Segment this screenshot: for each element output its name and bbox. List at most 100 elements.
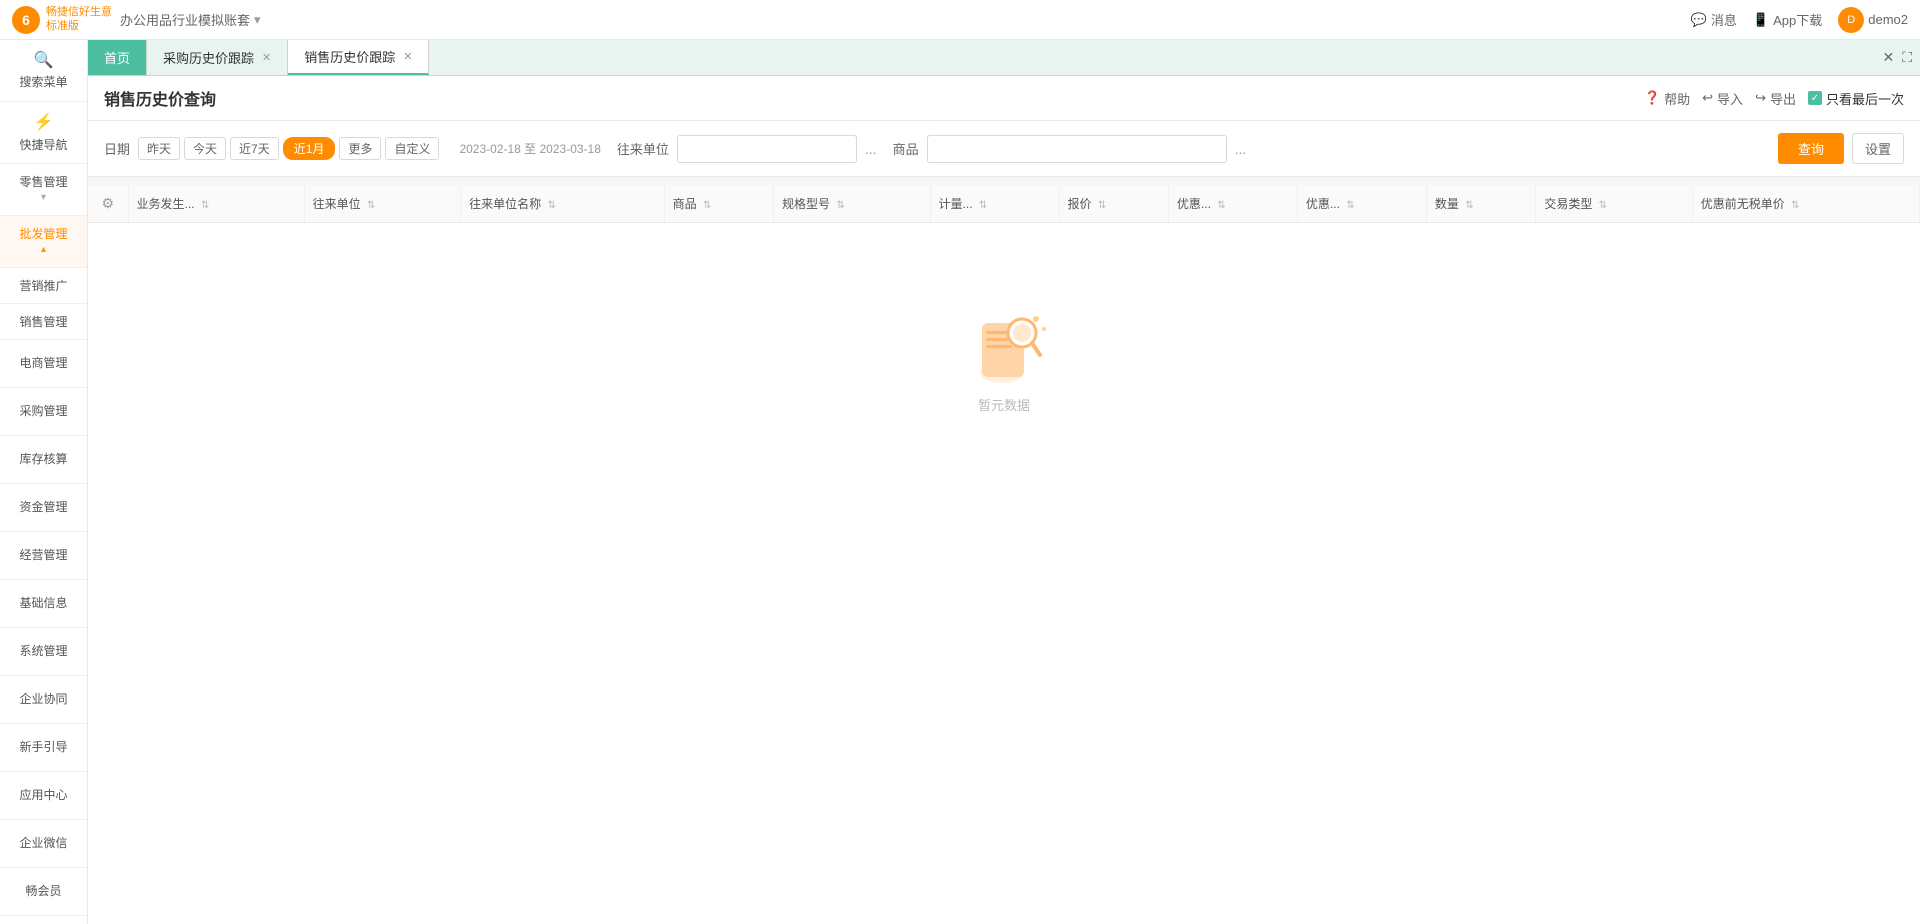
th-partner-name-label: 往来单位名称 [469, 197, 541, 211]
date-buttons-group: 昨天 今天 近7天 近1月 更多 自定义 [138, 137, 439, 160]
sidebar-item-label: 企业协同 [19, 691, 67, 708]
th-discount2-label: 优惠... [1306, 197, 1340, 211]
sidebar-item-label: 基础信息 [19, 595, 67, 612]
table-section: ⚙ 业务发生... ⇅ 往来单位 ⇅ [88, 185, 1920, 924]
message-button[interactable]: 💬 消息 [1691, 10, 1737, 29]
sidebar-item-quick-nav[interactable]: ⚡ 快捷导航 [0, 102, 87, 164]
sidebar-item-guide[interactable]: 新手引导 [0, 724, 87, 772]
sidebar-item-wholesale[interactable]: 批发管理 ▴ [0, 216, 87, 268]
content-area: 首页 采购历史价跟踪 ✕ 销售历史价跟踪 ✕ ✕ ⛶ 销售历史价查询 [88, 40, 1920, 924]
sidebar-item-label: 系统管理 [19, 643, 67, 660]
sidebar-item-ecom[interactable]: 电商管理 [0, 340, 87, 388]
th-price[interactable]: 报价 ⇅ [1059, 185, 1168, 223]
date-btn-custom[interactable]: 自定义 [385, 137, 439, 160]
sidebar-item-member[interactable]: 畅会员 [0, 868, 87, 916]
th-unit-label: 计量... [939, 197, 973, 211]
date-btn-last1month[interactable]: 近1月 [283, 137, 336, 160]
user-profile[interactable]: D demo2 [1838, 7, 1908, 33]
sort-arrows-partner-name: ⇅ [547, 200, 555, 211]
tab-sales-history[interactable]: 销售历史价跟踪 ✕ [288, 40, 429, 75]
tab-home[interactable]: 首页 [88, 40, 147, 75]
sidebar-item-search-menu[interactable]: 🔍 搜索菜单 [0, 40, 87, 102]
sidebar-item-label: 批发管理 [19, 226, 67, 243]
import-button[interactable]: ↩ 导入 [1702, 89, 1743, 108]
th-biz-date[interactable]: 业务发生... ⇅ [128, 185, 304, 223]
sidebar-item-purchase[interactable]: 采购管理 [0, 388, 87, 436]
date-btn-yesterday[interactable]: 昨天 [138, 137, 180, 160]
help-button[interactable]: ❓ 帮助 [1644, 89, 1690, 108]
sidebar-item-label: 搜索菜单 [19, 74, 67, 91]
product-dots-button[interactable]: ... [1235, 141, 1247, 157]
nav-icon: ⚡ [34, 112, 54, 134]
th-product-label: 商品 [673, 197, 697, 211]
th-qty[interactable]: 数量 ⇅ [1426, 185, 1535, 223]
th-spec-label: 规格型号 [782, 197, 830, 211]
th-spec[interactable]: 规格型号 ⇅ [774, 185, 930, 223]
app-download-button[interactable]: 📱 App下载 [1753, 10, 1822, 29]
product-input[interactable] [927, 135, 1227, 163]
settings-button[interactable]: 设置 [1852, 133, 1904, 164]
sidebar-item-wechat[interactable]: 企业微信 [0, 820, 87, 868]
sales-history-tab-close[interactable]: ✕ [403, 50, 412, 63]
date-btn-today[interactable]: 今天 [184, 137, 226, 160]
th-product[interactable]: 商品 ⇅ [664, 185, 773, 223]
sort-arrows-qty: ⇅ [1465, 200, 1473, 211]
sidebar-item-label: 采购管理 [19, 403, 67, 420]
import-label: 导入 [1717, 89, 1743, 108]
main-layout: 🔍 搜索菜单 ⚡ 快捷导航 零售管理 ▾ 批发管理 ▴ 营销推广 销售管理 电商… [0, 40, 1920, 924]
column-settings-icon[interactable]: ⚙ [101, 195, 114, 211]
username-label: demo2 [1868, 12, 1908, 27]
sort-arrows-discount2: ⇅ [1346, 200, 1354, 211]
avatar: D [1838, 7, 1864, 33]
sidebar-item-label: 经营管理 [19, 547, 67, 564]
sidebar-item-sales-mgmt[interactable]: 销售管理 [0, 304, 87, 340]
th-settings[interactable]: ⚙ [88, 185, 128, 223]
only-latest-checkbox[interactable]: ✓ [1808, 91, 1822, 105]
logo-icon: 6 [12, 6, 40, 34]
th-unit[interactable]: 计量... ⇅ [930, 185, 1059, 223]
th-discount2[interactable]: 优惠... ⇅ [1297, 185, 1426, 223]
sidebar-item-app-center[interactable]: 应用中心 [0, 772, 87, 820]
maximize-button[interactable]: ⛶ [1902, 49, 1912, 66]
date-range-display: 2023-02-18 至 2023-03-18 [455, 140, 600, 157]
logo-text: 畅捷信好生意 标准版 [46, 6, 112, 32]
logo-area: 6 畅捷信好生意 标准版 [12, 6, 112, 34]
purchase-history-tab-close[interactable]: ✕ [262, 51, 271, 64]
sidebar-item-enterprise[interactable]: 企业协同 [0, 676, 87, 724]
tab-purchase-history[interactable]: 采购历史价跟踪 ✕ [147, 40, 288, 75]
th-partner-name[interactable]: 往来单位名称 ⇅ [461, 185, 665, 223]
partner-input[interactable] [677, 135, 857, 163]
sort-arrows-unit: ⇅ [979, 200, 987, 211]
sidebar-item-finance[interactable]: 资金管理 [0, 484, 87, 532]
th-price-label: 报价 [1068, 197, 1092, 211]
sidebar-item-operations[interactable]: 经营管理 [0, 532, 87, 580]
only-latest-label: 只看最后一次 [1826, 89, 1904, 108]
only-latest-checkbox-item[interactable]: ✓ 只看最后一次 [1808, 89, 1904, 108]
th-partner-code[interactable]: 往来单位 ⇅ [304, 185, 460, 223]
query-button[interactable]: 查询 [1778, 133, 1844, 164]
date-btn-last7days[interactable]: 近7天 [230, 137, 279, 160]
export-button[interactable]: ↪ 导出 [1755, 89, 1796, 108]
th-trade-type[interactable]: 交易类型 ⇅ [1536, 185, 1692, 223]
partner-dots-button[interactable]: ... [865, 141, 877, 157]
sidebar-item-inventory[interactable]: 库存核算 [0, 436, 87, 484]
top-header: 6 畅捷信好生意 标准版 办公用品行业模拟账套 ▾ 💬 消息 📱 App下载 D… [0, 0, 1920, 40]
sidebar-item-basic-info[interactable]: 基础信息 [0, 580, 87, 628]
header-left: 6 畅捷信好生意 标准版 办公用品行业模拟账套 ▾ [12, 6, 261, 34]
th-discount1[interactable]: 优惠... ⇅ [1168, 185, 1297, 223]
sidebar-item-retail[interactable]: 零售管理 ▾ [0, 164, 87, 216]
sort-arrows-spec: ⇅ [836, 200, 844, 211]
close-tab-button[interactable]: ✕ [1882, 49, 1894, 66]
sort-arrows-partner-code: ⇅ [367, 200, 375, 211]
th-pre-tax-price[interactable]: 优惠前无税单价 ⇅ [1692, 185, 1919, 223]
sidebar-item-system[interactable]: 系统管理 [0, 628, 87, 676]
partner-filter: 往来单位 ... [617, 135, 877, 163]
sort-arrows-trade-type: ⇅ [1599, 200, 1607, 211]
sort-arrows-product: ⇅ [703, 200, 711, 211]
date-btn-more[interactable]: 更多 [339, 137, 381, 160]
table-header-row: ⚙ 业务发生... ⇅ 往来单位 ⇅ [88, 185, 1920, 223]
sidebar-item-marketing[interactable]: 营销推广 [0, 268, 87, 304]
table-wrapper: ⚙ 业务发生... ⇅ 往来单位 ⇅ [88, 185, 1920, 223]
th-biz-date-label: 业务发生... [137, 197, 195, 211]
chevron-down-icon[interactable]: ▾ [254, 12, 261, 28]
